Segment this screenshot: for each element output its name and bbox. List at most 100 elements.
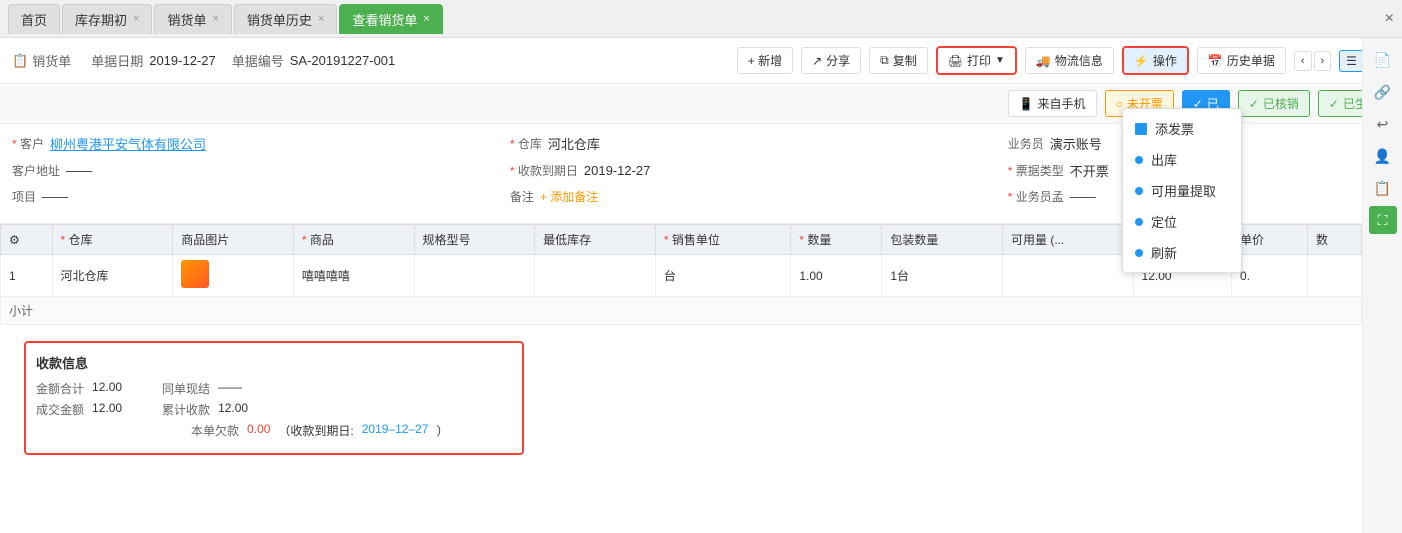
tab-inventory-close[interactable]: × (133, 13, 139, 25)
logistics-icon: 🚚 (1036, 54, 1051, 68)
toolbar: + 新增 ↗ 分享 ⧉ 复制 🖨 打印 ▼ 🚚 物流信息 (737, 46, 1390, 75)
due-value: 0.00 (247, 422, 270, 439)
tab-bar: 首页 库存期初 × 销货单 × 销货单历史 × 查看销货单 × × (0, 0, 1402, 38)
dropdown-menu: 添发票 出库 可用量提取 定位 刷新 (1122, 108, 1242, 273)
same-order-value: —— (218, 380, 242, 397)
logistics-label: 物流信息 (1055, 52, 1103, 69)
due-date-field: 收款到期日 2019-12-27 (510, 162, 988, 179)
outbound-icon (1135, 156, 1143, 164)
doc-date-value: 2019-12-27 (149, 53, 216, 68)
operate-icon: ⚡ (1134, 54, 1149, 68)
doc-number-item: 单据编号 SA-20191227-001 (232, 51, 396, 70)
cell-min-stock (535, 255, 656, 297)
checked-badge[interactable]: ✓ 已核销 (1238, 90, 1310, 117)
tab-view-sales-label: 查看销货单 (352, 10, 417, 29)
col-qty: * 数量 (791, 225, 882, 255)
outbound-label: 出库 (1151, 150, 1177, 169)
operate-label: 操作 (1153, 52, 1177, 69)
cell-available (1003, 255, 1134, 297)
due-date-label: 收款到期日 (510, 162, 578, 179)
project-label: 项目 (12, 188, 36, 205)
tab-sales-history[interactable]: 销货单历史 × (234, 4, 337, 34)
customer-value[interactable]: 柳州粤港平安气体有限公司 (50, 134, 206, 153)
sidebar-return-icon[interactable]: ↩ (1369, 110, 1397, 138)
doc-header: 📋 销货单 单据日期 2019-12-27 单据编号 SA-20191227-0… (0, 38, 1402, 84)
dropdown-outbound[interactable]: 出库 (1123, 144, 1241, 175)
prev-arrow[interactable]: ‹ (1294, 51, 1312, 71)
new-button[interactable]: + 新增 (737, 47, 793, 74)
sidebar-link-icon[interactable]: 🔗 (1369, 78, 1397, 106)
tab-sales-history-close[interactable]: × (318, 13, 324, 25)
tab-view-sales[interactable]: 查看销货单 × (339, 4, 442, 34)
note-label: 备注 (510, 188, 534, 205)
doc-date-item: 单据日期 2019-12-27 (91, 51, 216, 70)
dropdown-refresh[interactable]: 刷新 (1123, 237, 1241, 268)
from-phone-button[interactable]: 📱 来自手机 (1008, 90, 1097, 117)
dropdown-add-invoice[interactable]: 添发票 (1123, 113, 1241, 144)
col-warehouse: * 仓库 (52, 225, 173, 255)
checked-icon: ✓ (1249, 97, 1259, 111)
total-value: 12.00 (92, 380, 122, 397)
sidebar-doc-icon[interactable]: 📄 (1369, 46, 1397, 74)
tab-sales-history-label: 销货单历史 (247, 10, 312, 29)
dropdown-locate[interactable]: 定位 (1123, 206, 1241, 237)
payment-row-2: 成交金额 12.00 累计收款 12.00 (36, 401, 512, 418)
col-pkg-qty: 包装数量 (882, 225, 1003, 255)
sidebar-expand-icon[interactable]: ⛶ (1369, 206, 1397, 234)
operate-button[interactable]: ⚡ 操作 (1122, 46, 1189, 75)
tab-sales-label: 销货单 (167, 10, 206, 29)
tab-view-sales-close[interactable]: × (423, 13, 429, 25)
employee-label: 业务员 (1008, 135, 1044, 152)
copy-button[interactable]: ⧉ 复制 (869, 47, 928, 74)
list-view-btn[interactable]: ☰ (1339, 50, 1364, 72)
dropdown-available-qty[interactable]: 可用量提取 (1123, 175, 1241, 206)
available-qty-icon (1135, 187, 1143, 195)
doc-number-label: 单据编号 (232, 51, 284, 70)
tab-inventory-init[interactable]: 库存期初 × (62, 4, 152, 34)
total-label: 金额合计 (36, 380, 84, 397)
tab-sales[interactable]: 销货单 × (154, 4, 231, 34)
history-button[interactable]: 📅 历史单据 (1197, 47, 1286, 74)
payment-row-1: 金额合计 12.00 同单现结 —— (36, 380, 512, 397)
cell-qty: 1.00 (791, 255, 882, 297)
refresh-label: 刷新 (1151, 243, 1177, 262)
global-close-button[interactable]: × (1385, 10, 1394, 28)
doc-type-icon: 📋 (12, 53, 28, 69)
cell-spec (414, 255, 535, 297)
sidebar-clipboard-icon[interactable]: 📋 (1369, 174, 1397, 202)
payment-section: 收款信息 金额合计 12.00 同单现结 —— 成交金额 12.00 (0, 325, 1402, 471)
product-thumbnail (181, 260, 209, 288)
share-label: 分享 (826, 52, 850, 69)
subtotal-row: 小计 (1, 297, 1362, 325)
cell-unit: 台 (655, 255, 791, 297)
note-field: 备注 + 添加备注 (510, 188, 988, 205)
cell-product: 嘻嘻嘻嘻 (293, 255, 414, 297)
col-available: 可用量 (... (1003, 225, 1134, 255)
tab-sales-close[interactable]: × (212, 13, 218, 25)
customer-field: 客户 柳州粤港平安气体有限公司 (12, 134, 490, 153)
logistics-button[interactable]: 🚚 物流信息 (1025, 47, 1114, 74)
col-settings[interactable]: ⚙ (1, 225, 53, 255)
tab-home-label: 首页 (21, 10, 47, 29)
share-button[interactable]: ↗ 分享 (801, 47, 861, 74)
refresh-icon (1135, 249, 1143, 257)
due-date-note: 2019–12–27 (362, 422, 429, 439)
col-min-stock: 最低库存 (535, 225, 656, 255)
employee-value: 演示账号 (1050, 134, 1102, 153)
print-button[interactable]: 🖨 打印 ▼ (936, 46, 1017, 75)
right-sidebar: 📄 🔗 ↩ 👤 📋 ⛶ (1362, 38, 1402, 533)
address-label: 客户地址 (12, 162, 60, 179)
due-note-end: ） (436, 422, 448, 439)
add-note-button[interactable]: + 添加备注 (540, 188, 598, 205)
payment-title: 收款信息 (36, 353, 512, 372)
project-value: —— (42, 189, 68, 204)
tab-home[interactable]: 首页 (8, 4, 60, 34)
next-arrow[interactable]: › (1314, 51, 1332, 71)
doc-number-value: SA-20191227-001 (290, 53, 396, 68)
payment-box: 收款信息 金额合计 12.00 同单现结 —— 成交金额 12.00 (24, 341, 524, 455)
col-spec: 规格型号 (414, 225, 535, 255)
sidebar-user-icon[interactable]: 👤 (1369, 142, 1397, 170)
unchecked-icon: ○ (1116, 97, 1123, 111)
cell-amount (1308, 255, 1362, 297)
print-dropdown-icon: ▼ (995, 55, 1005, 66)
